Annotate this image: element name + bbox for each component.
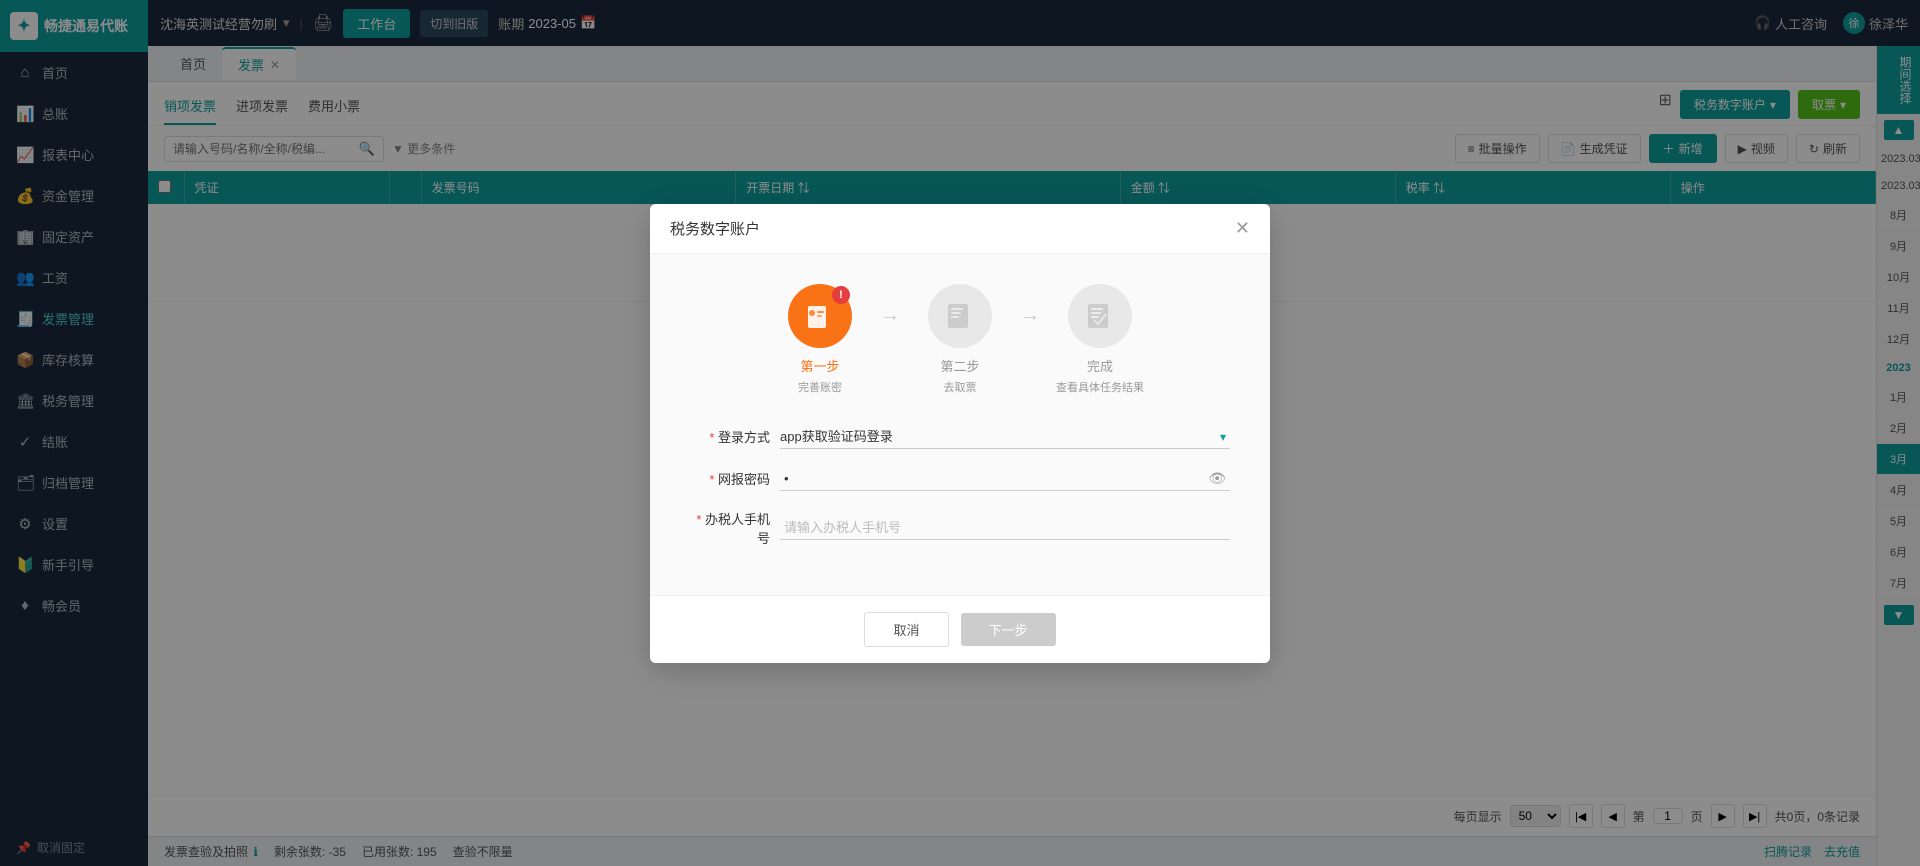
step-badge: ! [832, 286, 850, 304]
step-1-icon: ! [788, 284, 852, 348]
steps-indicator: ! 第一步 完善账密 → [690, 284, 1230, 395]
phone-label: * 办税人手机号 [690, 509, 770, 547]
next-button[interactable]: 下一步 [961, 613, 1056, 646]
login-method-label: * 登录方式 [690, 427, 770, 446]
step-2-label: 第二步 [940, 356, 979, 375]
step-3-icon [1068, 284, 1132, 348]
step-2: 第二步 去取票 [900, 284, 1020, 395]
step-1: ! 第一步 完善账密 [760, 284, 880, 395]
password-input-wrap: 👁 [780, 467, 1230, 491]
dialog-title: 税务数字账户 [670, 218, 760, 239]
phone-input-wrap [780, 516, 1230, 540]
eye-icon[interactable]: 👁 [1208, 470, 1226, 487]
modal-overlay: 税务数字账户 ✕ ! 第一步 [0, 0, 1920, 866]
dialog-close-btn[interactable]: ✕ [1235, 219, 1250, 237]
password-row: * 网报密码 👁 [690, 467, 1230, 491]
step-2-icon [928, 284, 992, 348]
step-3: 完成 查看具体任务结果 [1040, 284, 1160, 395]
dialog-footer: 取消 下一步 [650, 595, 1270, 663]
step-3-desc: 查看具体任务结果 [1056, 379, 1144, 395]
password-input[interactable] [780, 467, 1230, 491]
dialog-body: ! 第一步 完善账密 → [650, 254, 1270, 595]
cancel-button[interactable]: 取消 [864, 612, 948, 647]
password-label: * 网报密码 [690, 469, 770, 488]
login-method-row: * 登录方式 app获取验证码登录 ▾ [690, 425, 1230, 449]
step-1-label: 第一步 [800, 356, 839, 375]
phone-row: * 办税人手机号 [690, 509, 1230, 547]
dialog-header: 税务数字账户 ✕ [650, 204, 1270, 254]
step-2-desc: 去取票 [944, 379, 977, 395]
step-arrow-1: → [880, 304, 900, 327]
step-1-desc: 完善账密 [798, 379, 842, 395]
step-3-label: 完成 [1087, 356, 1113, 375]
dialog-form: * 登录方式 app获取验证码登录 ▾ * 网报密码 [690, 425, 1230, 547]
dialog-tax-digital: 税务数字账户 ✕ ! 第一步 [650, 204, 1270, 663]
login-method-select-wrap: app获取验证码登录 ▾ [780, 425, 1230, 449]
step-arrow-2: → [1020, 304, 1040, 327]
phone-input[interactable] [780, 516, 1230, 540]
login-method-select[interactable]: app获取验证码登录 [780, 425, 1230, 449]
